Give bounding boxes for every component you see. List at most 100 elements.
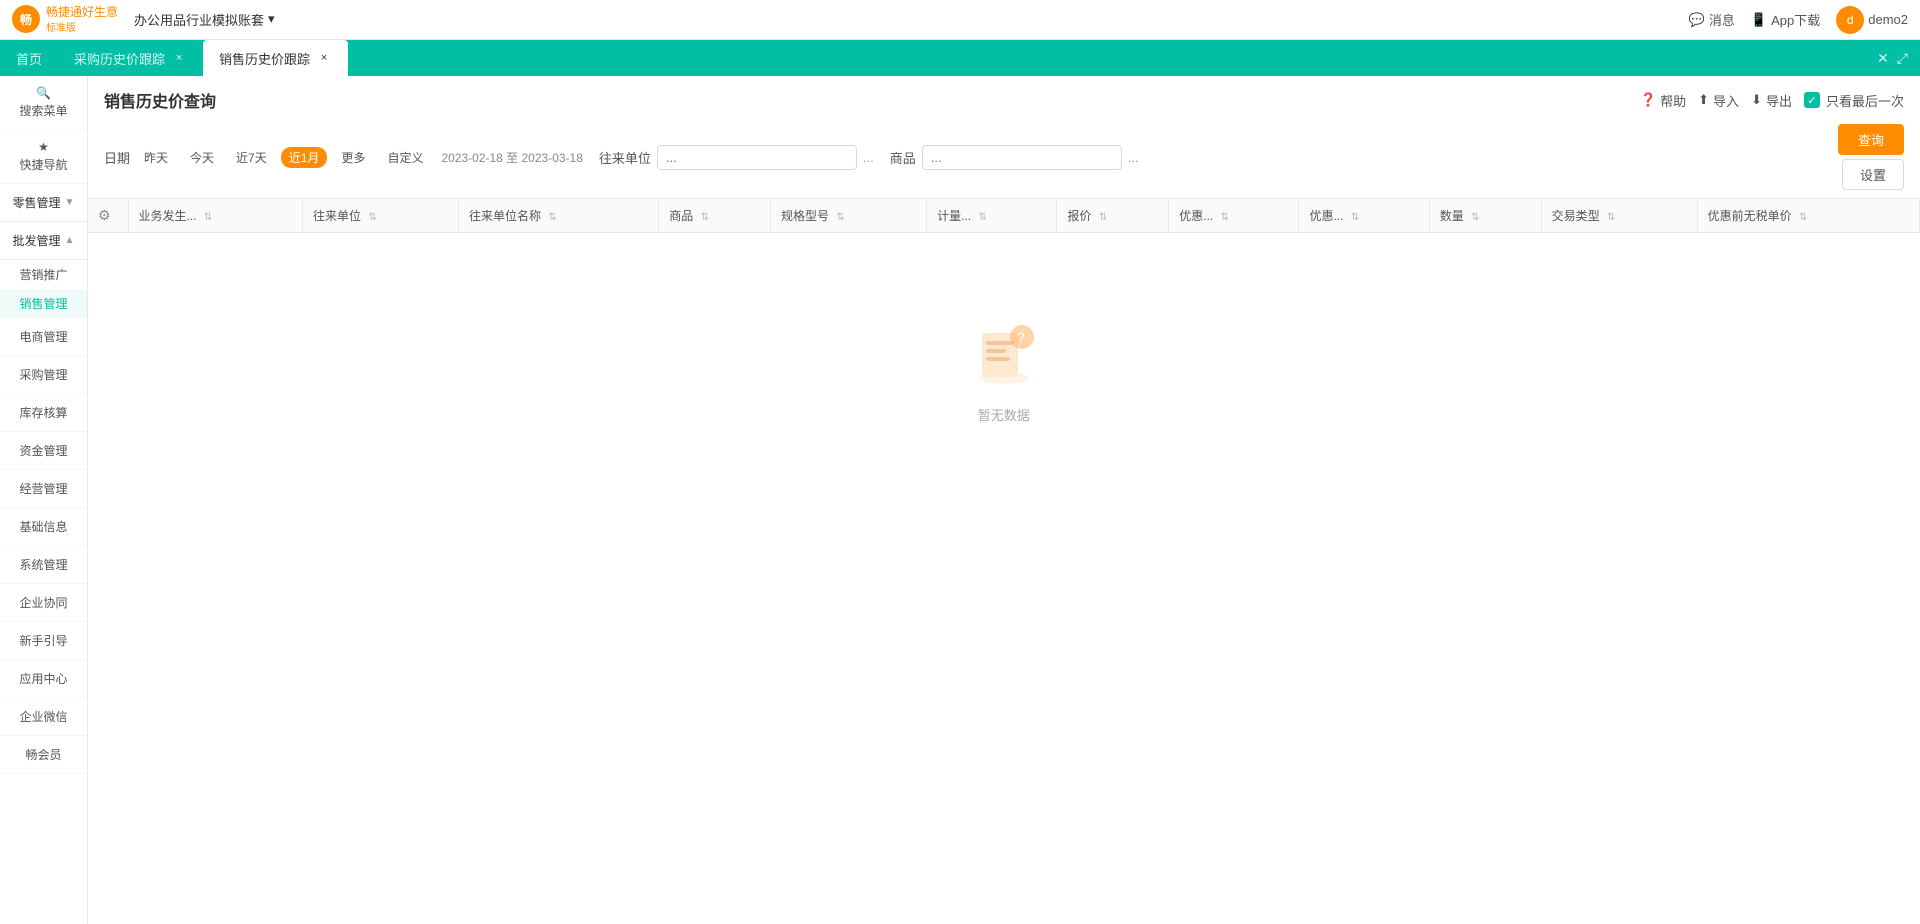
table-col-partner-code[interactable]: 往来单位 ⇅ bbox=[302, 199, 458, 233]
top-bar: 畅 畅捷通好生意 标准版 办公用品行业模拟账套 ▾ 💬 消息 📱 App下载 d… bbox=[0, 0, 1920, 40]
gear-icon[interactable]: ⚙ bbox=[98, 207, 111, 223]
sort-icon: ⇅ bbox=[368, 212, 376, 223]
sidebar-finance-label: 资金管理 bbox=[19, 442, 67, 459]
sidebar-item-enterprise[interactable]: 企业协同 bbox=[0, 584, 87, 622]
goods-filter-input[interactable] bbox=[922, 145, 1122, 170]
sidebar-quick-nav[interactable]: ★ 快捷导航 bbox=[0, 130, 87, 184]
only-last-checkbox[interactable]: ✓ 只看最后一次 bbox=[1804, 91, 1904, 110]
sidebar: 🔍 搜索菜单 ★ 快捷导航 零售管理 ▼ 批发管理 ▲ 营销推广 销售管理 电商… bbox=[0, 76, 88, 924]
date-more-btn[interactable]: 更多 bbox=[333, 147, 373, 168]
sort-icon: ⇅ bbox=[701, 212, 709, 223]
sidebar-basic-label: 基础信息 bbox=[19, 518, 67, 535]
tab-bar-actions: ✕ ⤢ bbox=[1877, 50, 1920, 67]
table-col-goods[interactable]: 商品 ⇅ bbox=[659, 199, 771, 233]
sidebar-operations-label: 经营管理 bbox=[19, 480, 67, 497]
tab-purchase[interactable]: 采购历史价跟踪 × bbox=[58, 40, 203, 76]
close-tab-action[interactable]: ✕ bbox=[1877, 50, 1889, 67]
empty-state: ? 暂无数据 bbox=[88, 233, 1920, 504]
logo-area: 畅 畅捷通好生意 标准版 bbox=[12, 5, 118, 34]
message-button[interactable]: 💬 消息 bbox=[1689, 10, 1735, 29]
table-col-pretax[interactable]: 优惠前无税单价 ⇅ bbox=[1697, 199, 1919, 233]
sidebar-search-label: 搜索菜单 bbox=[19, 102, 67, 119]
filter-actions: 查询 设置 bbox=[1838, 124, 1904, 190]
import-button[interactable]: ⬆ 导入 bbox=[1698, 91, 1739, 110]
sort-icon: ⇅ bbox=[1607, 212, 1615, 223]
checkbox-icon: ✓ bbox=[1804, 92, 1820, 108]
set-button[interactable]: 设置 bbox=[1842, 159, 1904, 190]
export-button[interactable]: ⬇ 导出 bbox=[1751, 91, 1792, 110]
table-col-discount1[interactable]: 优惠... ⇅ bbox=[1169, 199, 1299, 233]
tab-bar: 首页 采购历史价跟踪 × 销售历史价跟踪 × ✕ ⤢ bbox=[0, 40, 1920, 76]
sidebar-item-ecommerce[interactable]: 电商管理 bbox=[0, 318, 87, 356]
sidebar-salesmgmt-label: 销售管理 bbox=[19, 297, 67, 311]
mobile-icon: 📱 bbox=[1751, 12, 1767, 28]
sidebar-guide-label: 新手引导 bbox=[19, 632, 67, 649]
sidebar-item-basic[interactable]: 基础信息 bbox=[0, 508, 87, 546]
app-selector[interactable]: 办公用品行业模拟账套 ▾ bbox=[126, 6, 283, 33]
goods-filter-label: 商品 bbox=[890, 148, 916, 167]
export-icon: ⬇ bbox=[1751, 92, 1762, 108]
sort-icon: ⇅ bbox=[548, 212, 556, 223]
sidebar-item-inventory[interactable]: 库存核算 bbox=[0, 394, 87, 432]
star-icon: ★ bbox=[38, 140, 49, 154]
table-col-discount2[interactable]: 优惠... ⇅ bbox=[1299, 199, 1429, 233]
sidebar-item-operations[interactable]: 经营管理 bbox=[0, 470, 87, 508]
sidebar-wholesale-label: 批发管理 bbox=[13, 232, 61, 249]
home-tab-label: 首页 bbox=[16, 49, 42, 68]
sidebar-enterprise-label: 企业协同 bbox=[19, 594, 67, 611]
sort-icon: ⇅ bbox=[978, 212, 986, 223]
help-button[interactable]: ❓ 帮助 bbox=[1640, 91, 1686, 110]
sidebar-item-sales-mgmt[interactable]: 销售管理 bbox=[0, 289, 87, 318]
table-col-unit[interactable]: 计量... ⇅ bbox=[927, 199, 1057, 233]
empty-text: 暂无数据 bbox=[978, 405, 1030, 424]
sales-tab-close[interactable]: × bbox=[316, 50, 332, 66]
sidebar-system-label: 系统管理 bbox=[19, 556, 67, 573]
chevron-down-icon: ▼ bbox=[65, 197, 75, 208]
table-col-spec[interactable]: 规格型号 ⇅ bbox=[771, 199, 927, 233]
logo-text: 畅捷通好生意 标准版 bbox=[46, 5, 118, 34]
date-today-btn[interactable]: 今天 bbox=[182, 147, 222, 168]
table-col-quote[interactable]: 报价 ⇅ bbox=[1057, 199, 1169, 233]
user-profile[interactable]: d demo2 bbox=[1836, 6, 1908, 34]
avatar: d bbox=[1836, 6, 1864, 34]
sidebar-search[interactable]: 🔍 搜索菜单 bbox=[0, 76, 87, 130]
table-col-biz-date[interactable]: 业务发生... ⇅ bbox=[128, 199, 302, 233]
sidebar-item-marketing[interactable]: 营销推广 bbox=[0, 260, 87, 289]
table-col-settings[interactable]: ⚙ bbox=[88, 199, 128, 233]
app-download-button[interactable]: 📱 App下载 bbox=[1751, 10, 1820, 29]
logo-icon: 畅 bbox=[12, 5, 40, 33]
sidebar-item-finance[interactable]: 资金管理 bbox=[0, 432, 87, 470]
goods-filter-group: 商品 ... bbox=[890, 145, 1139, 170]
date-custom-btn[interactable]: 自定义 bbox=[379, 147, 431, 168]
sidebar-item-wechat[interactable]: 企业微信 bbox=[0, 698, 87, 736]
partner-filter-input[interactable] bbox=[657, 145, 857, 170]
sidebar-member-label: 畅会员 bbox=[25, 746, 61, 763]
page-header: 销售历史价查询 ❓ 帮助 ⬆ 导入 ⬇ 导出 ✓ bbox=[88, 76, 1920, 199]
table-col-partner-name[interactable]: 往来单位名称 ⇅ bbox=[458, 199, 658, 233]
table-col-trade-type[interactable]: 交易类型 ⇅ bbox=[1541, 199, 1697, 233]
sidebar-item-wholesale[interactable]: 批发管理 ▲ bbox=[0, 222, 87, 260]
sidebar-item-apps[interactable]: 应用中心 bbox=[0, 660, 87, 698]
table-col-quantity[interactable]: 数量 ⇅ bbox=[1429, 199, 1541, 233]
tab-sales[interactable]: 销售历史价跟踪 × bbox=[203, 40, 348, 76]
sidebar-marketing-label: 营销推广 bbox=[19, 268, 67, 282]
date-yesterday-btn[interactable]: 昨天 bbox=[136, 147, 176, 168]
tab-home[interactable]: 首页 bbox=[0, 40, 58, 76]
date-1month-btn[interactable]: 近1月 bbox=[281, 147, 328, 168]
purchase-tab-close[interactable]: × bbox=[171, 50, 187, 66]
sidebar-item-member[interactable]: 畅会员 bbox=[0, 736, 87, 774]
sidebar-item-retail[interactable]: 零售管理 ▼ bbox=[0, 184, 87, 222]
date-range-display: 2023-02-18 至 2023-03-18 bbox=[441, 149, 582, 166]
purchase-tab-label: 采购历史价跟踪 bbox=[74, 49, 165, 68]
chevron-down-icon: ▾ bbox=[268, 11, 275, 27]
table-header-row: ⚙ 业务发生... ⇅ 往来单位 ⇅ 往来单位名称 ⇅ bbox=[88, 199, 1920, 233]
sidebar-item-guide[interactable]: 新手引导 bbox=[0, 622, 87, 660]
sidebar-item-purchase[interactable]: 采购管理 bbox=[0, 356, 87, 394]
sidebar-item-system[interactable]: 系统管理 bbox=[0, 546, 87, 584]
query-button[interactable]: 查询 bbox=[1838, 124, 1904, 155]
maximize-tab-action[interactable]: ⤢ bbox=[1897, 50, 1908, 67]
date-7days-btn[interactable]: 近7天 bbox=[228, 147, 275, 168]
partner-filter-dots[interactable]: ... bbox=[863, 150, 874, 165]
goods-filter-dots[interactable]: ... bbox=[1128, 150, 1139, 165]
content-area: 销售历史价查询 ❓ 帮助 ⬆ 导入 ⬇ 导出 ✓ bbox=[88, 76, 1920, 924]
